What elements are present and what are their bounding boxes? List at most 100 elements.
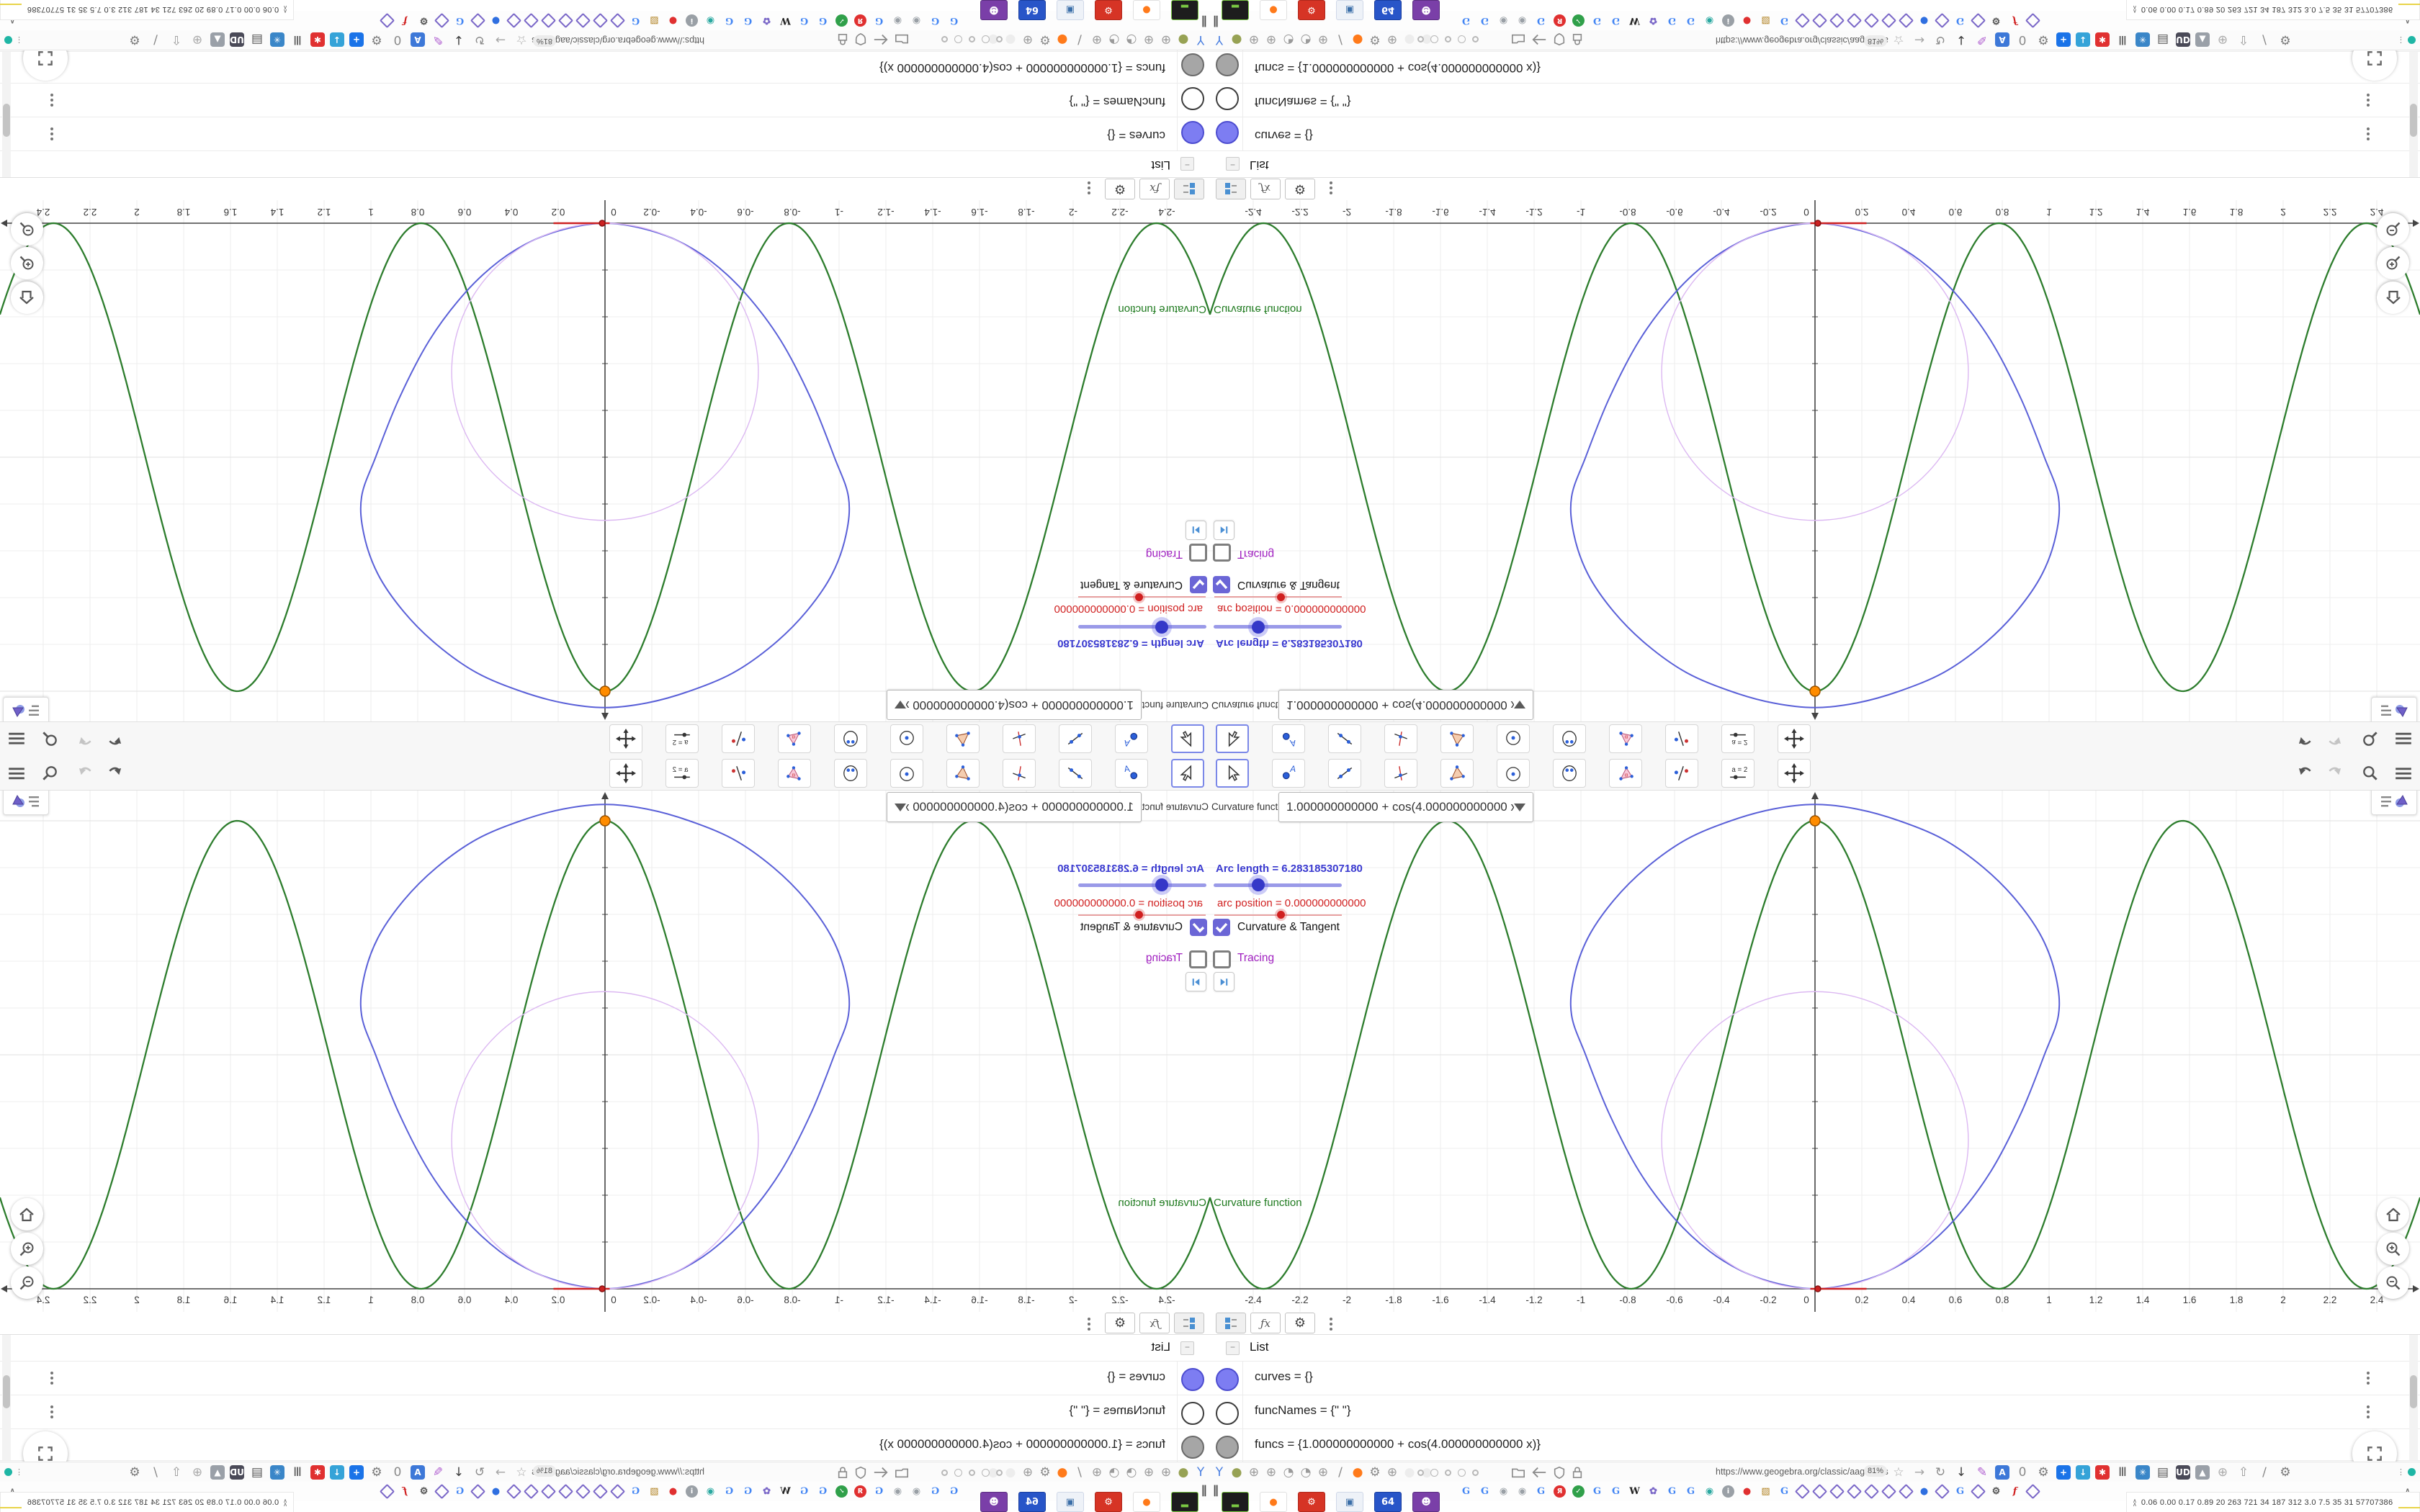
gauge-extension[interactable]: ◔ [1124, 1464, 1139, 1481]
firefox-icon[interactable]: ● [1350, 31, 1366, 48]
bookmark-favicon[interactable] [557, 12, 574, 29]
shield-icon[interactable] [1553, 1466, 1566, 1479]
adblock-extension[interactable]: ✱ [310, 1465, 325, 1480]
wrench-extension[interactable]: ∕ [2257, 31, 2272, 48]
tool-conic[interactable] [834, 724, 867, 753]
tool-perpendicular-line[interactable] [1003, 759, 1036, 788]
tool-angle[interactable]: α [778, 724, 811, 753]
gear-extension[interactable]: ⚙ [127, 1464, 143, 1481]
bookmark-favicon[interactable] [540, 1483, 557, 1500]
capsule-extension[interactable]: 0 [390, 1464, 405, 1481]
bookmark-favicon[interactable]: G [873, 1485, 885, 1498]
globe-extension[interactable]: ⊕ [1315, 1464, 1331, 1481]
adblock-extension[interactable]: ✱ [2095, 1465, 2110, 1480]
graphics-view[interactable]: -2.4 -2.2 -2 -1.8 -1.6 -1.4 -1.2 -1 -0.8 -0.6 -0.4… [1210, 200, 2420, 721]
bookmark-favicon[interactable]: G [798, 1485, 810, 1498]
page-zoom-badge[interactable]: 81% [532, 1465, 556, 1477]
tool-reflect[interactable] [722, 759, 755, 788]
mask-app[interactable]: ☻ [980, 0, 1008, 20]
menu-button[interactable] [2391, 761, 2416, 786]
algebra-row[interactable]: curves = {} [0, 117, 1210, 151]
bookmark-favicon[interactable]: ⚙ [418, 1485, 430, 1498]
address-bar-url[interactable]: https://www.geogebra.org/classic/aagcxh3… [1716, 1467, 1888, 1477]
bookmark-favicon[interactable]: G [1591, 1485, 1603, 1498]
shield-icon[interactable] [854, 1466, 867, 1479]
save-64-app[interactable]: 64 [1018, 0, 1046, 20]
gear-extension[interactable]: ⚙ [127, 31, 143, 48]
bookmark-favicon[interactable]: G [1591, 14, 1603, 27]
tool-move-graphics-view[interactable] [609, 759, 642, 788]
mask-app[interactable]: ☻ [980, 1492, 1008, 1512]
globe-extension[interactable]: ⊕ [1020, 31, 1036, 48]
bookmark-favicon[interactable]: ◉ [1516, 14, 1528, 27]
gear-extension[interactable]: ⚙ [369, 1464, 385, 1481]
row-menu-button[interactable] [2360, 1401, 2377, 1423]
tool-point[interactable]: A [1115, 759, 1148, 788]
tracing-checkbox[interactable] [1213, 950, 1231, 968]
bookmark-favicon[interactable] [575, 12, 591, 29]
bookmark-favicon[interactable]: ⚙ [1990, 14, 2002, 27]
algebra-row[interactable]: funcNames = {" "} [0, 84, 1210, 117]
tool-point[interactable]: A [1272, 759, 1305, 788]
page-zoom-badge[interactable]: 81% [532, 35, 556, 47]
bookmark-favicon[interactable] [609, 1483, 626, 1500]
zoom-out-button[interactable] [2377, 213, 2409, 246]
arc-length-slider-knob[interactable] [1155, 878, 1168, 891]
trash-extension[interactable]: Ⅲ [2115, 31, 2130, 48]
bookmark-favicon[interactable]: i [686, 14, 698, 27]
tool-perpendicular-line[interactable] [1384, 724, 1417, 753]
arc-length-slider-knob[interactable] [1155, 621, 1168, 634]
download-icon[interactable]: ↓ [1953, 1464, 1969, 1481]
bookmark-favicon[interactable]: ◉ [1703, 1485, 1716, 1498]
tool-line[interactable] [1328, 724, 1361, 753]
visibility-marble[interactable] [1216, 1368, 1239, 1391]
bookmark-favicon[interactable]: ▨ [1760, 1485, 1772, 1498]
terminal-app[interactable]: ▂ [1222, 1492, 1249, 1512]
capsule-extension[interactable]: 0 [2015, 1464, 2030, 1481]
list-header-row[interactable]: − List [0, 1335, 1210, 1361]
reload-icon[interactable]: ↻ [472, 1464, 488, 1481]
olive-extension[interactable]: ● [1229, 1464, 1245, 1481]
bookmark-favicon[interactable]: i [1722, 14, 1734, 27]
bookmark-favicon[interactable] [506, 1483, 522, 1500]
bookmark-favicon[interactable]: G [817, 1485, 829, 1498]
trash-extension[interactable]: Ⅲ [2115, 1464, 2130, 1481]
algebra-fx-button[interactable]: ƒx [1139, 179, 1170, 199]
bookmark-favicon[interactable]: ✿ [761, 14, 773, 27]
algebra-scrollbar[interactable] [2409, 1335, 2418, 1460]
arrow-icon[interactable]: → [493, 1464, 508, 1481]
tool-circle-with-center[interactable] [1497, 759, 1530, 788]
tool-move[interactable] [1171, 724, 1204, 753]
bookmark-favicon[interactable]: G [929, 1485, 941, 1498]
folder-icon[interactable] [1511, 33, 1525, 46]
graphics-stylebar-button[interactable] [2371, 791, 2417, 815]
globe-extension[interactable]: ⊕ [1158, 31, 1174, 48]
search-button[interactable] [2358, 726, 2383, 751]
list-header-row[interactable]: − List [1210, 1335, 2420, 1361]
tool-move-graphics-view[interactable] [1778, 724, 1811, 753]
play-pause-button[interactable] [1214, 521, 1234, 540]
arc-position-slider-knob[interactable] [1277, 593, 1286, 601]
graphics-view[interactable]: -2.4 -2.2 -2 -1.8 -1.6 -1.4 -1.2 -1 -0.8 -0.6 -0.4… [0, 791, 1210, 1312]
bookmark-favicon[interactable]: ● [1918, 14, 1930, 27]
balloon-extension[interactable]: Y [1211, 31, 1227, 48]
tool-conic[interactable] [834, 759, 867, 788]
bookmark-favicon[interactable] [1970, 12, 1986, 29]
algebra-settings-button[interactable]: ⚙ [1105, 179, 1135, 199]
bookmark-favicon[interactable] [2025, 1483, 2041, 1500]
bookmark-favicon[interactable]: f [2009, 14, 2021, 27]
bookmark-favicon[interactable]: G [1479, 1485, 1491, 1498]
gear-extension[interactable]: ⚙ [2035, 1464, 2051, 1481]
redo-button[interactable] [72, 726, 97, 751]
plot-point[interactable] [1814, 1285, 1821, 1292]
algebra-more-button[interactable] [1080, 1313, 1098, 1335]
firefox-icon[interactable]: ● [1054, 31, 1070, 48]
reload-icon[interactable]: ↻ [1932, 1464, 1948, 1481]
shield-icon[interactable] [854, 33, 867, 46]
firefox-app[interactable]: ● [1260, 1492, 1287, 1512]
visibility-marble[interactable] [1181, 53, 1204, 76]
curve-text-label[interactable]: Curvature function [1214, 303, 1302, 315]
tool-slider[interactable]: a = 2 [1721, 724, 1754, 753]
tool-reflect[interactable] [722, 724, 755, 753]
menu-button[interactable] [4, 726, 29, 751]
